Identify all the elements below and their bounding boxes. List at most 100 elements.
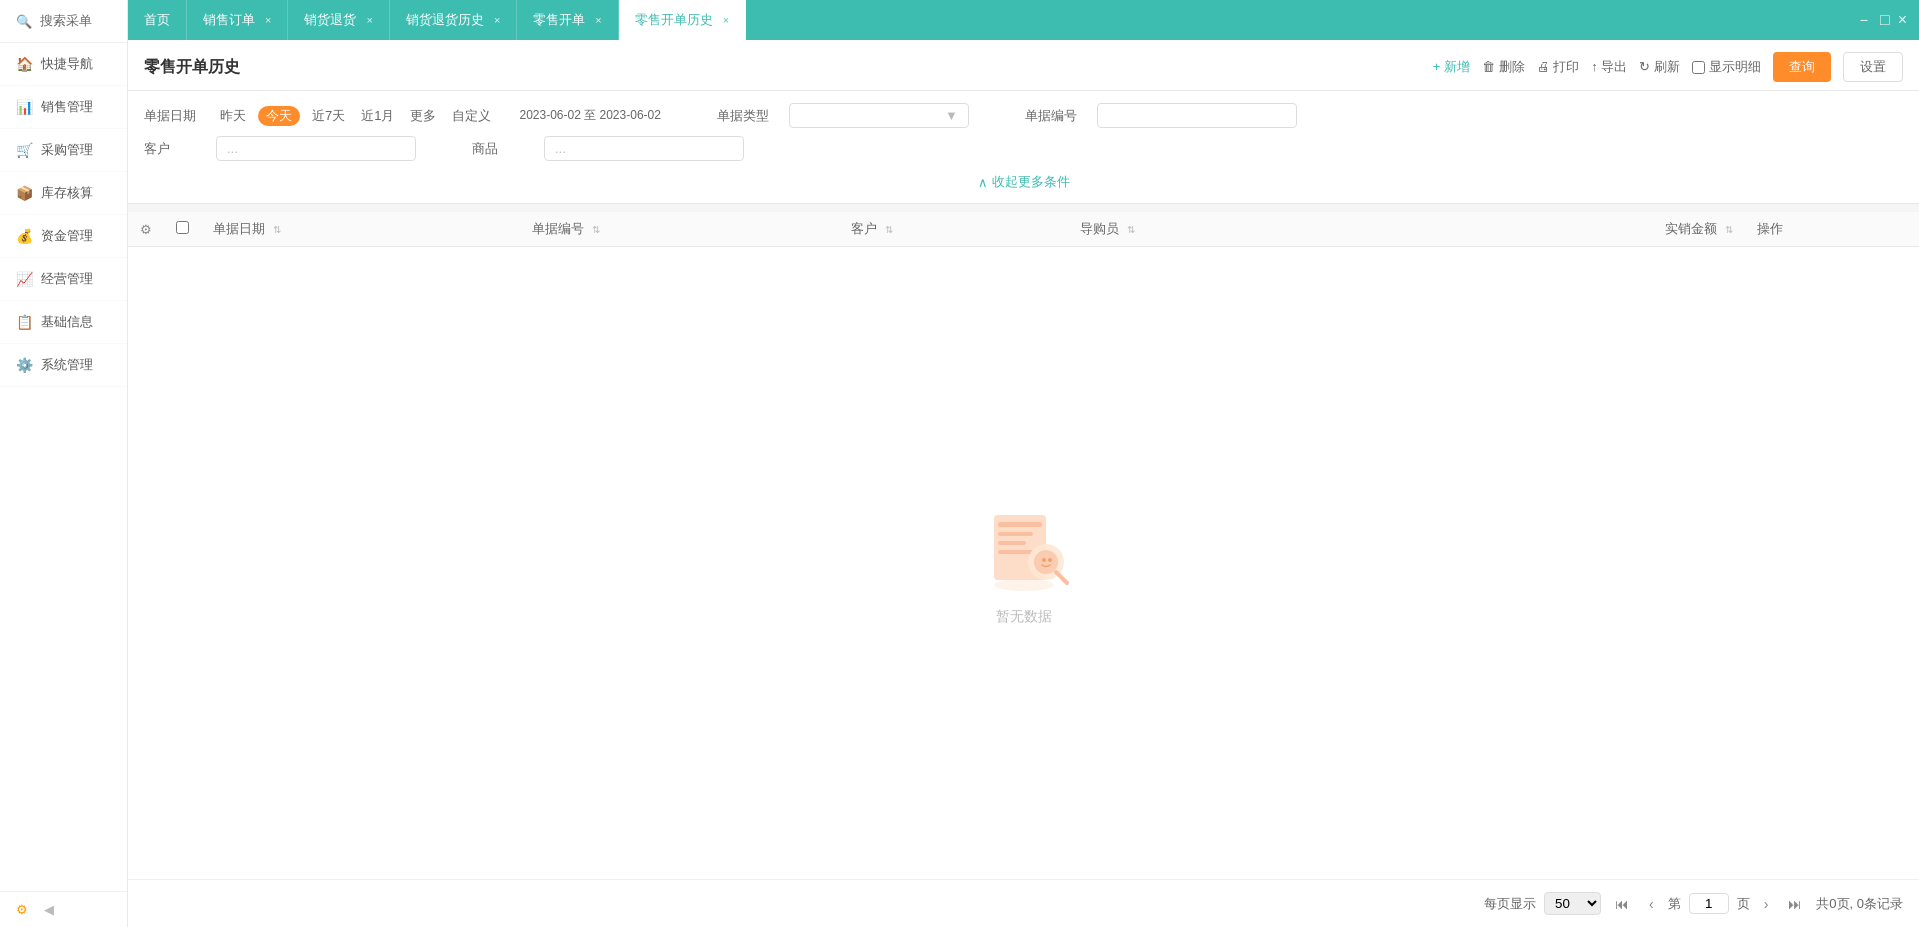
- empty-svg: [974, 500, 1074, 600]
- filter-area: 单据日期 昨天 今天 近7天 近1月 更多 自定义 2023-06-02 至 2…: [128, 91, 1919, 204]
- table-config-icon[interactable]: ⚙: [140, 222, 152, 237]
- doc-type-label: 单据类型: [717, 107, 773, 125]
- close-button[interactable]: ×: [1898, 11, 1907, 29]
- col-actual-amount-label: 实销金额: [1665, 221, 1717, 236]
- sidebar-item-purchase-mgmt[interactable]: 🛒 采购管理: [0, 129, 127, 172]
- sidebar-item-label: 快捷导航: [41, 55, 93, 73]
- doc-num-input[interactable]: [1097, 103, 1297, 128]
- settings-bottom-icon[interactable]: ⚙: [16, 902, 28, 917]
- tab-sales-return-close[interactable]: ×: [366, 14, 372, 26]
- tab-sales-return-hist[interactable]: 销货退货历史 ×: [390, 0, 517, 40]
- delete-button[interactable]: 🗑 删除: [1482, 58, 1525, 76]
- refresh-button[interactable]: ↻ 刷新: [1639, 58, 1680, 76]
- table-settings-col: ⚙: [128, 212, 164, 247]
- table-head: ⚙ 单据日期 ⇅ 单据编号 ⇅: [128, 212, 1919, 247]
- pagination: 每页显示 50 100 200 ⏮ ‹ 第 页 › ⏭ 共0页, 0条记录: [128, 879, 1919, 927]
- finance-icon: 💰: [16, 228, 33, 244]
- col-spacer: [1342, 212, 1426, 247]
- sidebar-search-label: 搜索采单: [40, 12, 92, 30]
- date-shortcut-more[interactable]: 更多: [406, 106, 440, 126]
- tab-retail-open-close[interactable]: ×: [595, 14, 601, 26]
- query-button[interactable]: 查询: [1773, 52, 1831, 82]
- page-suffix: 页: [1737, 895, 1750, 913]
- collapse-sidebar-icon[interactable]: ◀: [44, 902, 54, 917]
- tab-retail-open-hist-close[interactable]: ×: [723, 14, 729, 26]
- sidebar-bottom: ⚙ ◀: [0, 891, 127, 927]
- tab-retail-open-hist[interactable]: 零售开单历史 ×: [619, 0, 746, 40]
- print-button[interactable]: 🖨 打印: [1537, 58, 1580, 76]
- tab-sales-order[interactable]: 销售订单 ×: [187, 0, 288, 40]
- sidebar-item-sys-mgmt[interactable]: ⚙️ 系统管理: [0, 344, 127, 387]
- date-shortcuts: 昨天 今天 近7天 近1月 更多 自定义: [216, 106, 495, 126]
- col-customer-sort[interactable]: ⇅: [885, 224, 893, 235]
- per-page-select[interactable]: 50 100 200: [1544, 892, 1601, 915]
- purchase-icon: 🛒: [16, 142, 33, 158]
- filter-row-1: 单据日期 昨天 今天 近7天 近1月 更多 自定义 2023-06-02 至 2…: [144, 103, 1903, 128]
- table-header-row: ⚙ 单据日期 ⇅ 单据编号 ⇅: [128, 212, 1919, 247]
- sidebar-item-label: 销售管理: [41, 98, 93, 116]
- col-doc-date: 单据日期 ⇅: [201, 212, 520, 247]
- col-amount-sort[interactable]: ⇅: [1725, 224, 1733, 235]
- page-number-input[interactable]: [1689, 893, 1729, 914]
- col-doc-num-sort[interactable]: ⇅: [592, 224, 600, 235]
- sidebar-search[interactable]: 🔍 搜索采单: [0, 0, 127, 43]
- svg-point-7: [1034, 550, 1058, 574]
- date-range-display: 2023-06-02 至 2023-06-02: [519, 107, 660, 124]
- toolbar: + 新增 🗑 删除 🖨 打印 ↑ 导出 ↻ 刷新 显示明细 查询 设置: [1433, 52, 1903, 82]
- tab-retail-open[interactable]: 零售开单 ×: [517, 0, 618, 40]
- last-page-btn[interactable]: ⏭: [1782, 894, 1808, 914]
- svg-point-10: [1048, 558, 1052, 562]
- doc-num-label: 单据编号: [1025, 107, 1081, 125]
- tab-sales-order-close[interactable]: ×: [265, 14, 271, 26]
- minimize-button[interactable]: －: [1856, 10, 1872, 31]
- table-area: ⚙ 单据日期 ⇅ 单据编号 ⇅: [128, 212, 1919, 879]
- customer-input-wrapper[interactable]: ...: [216, 136, 416, 161]
- col-doc-date-sort[interactable]: ⇅: [273, 224, 281, 235]
- col-guide-sort[interactable]: ⇅: [1127, 224, 1135, 235]
- collapse-row: ∧ 收起更多条件: [144, 169, 1903, 191]
- settings-button[interactable]: 设置: [1843, 52, 1903, 82]
- date-shortcut-today[interactable]: 今天: [258, 106, 300, 126]
- page-header: 零售开单历史 + 新增 🗑 删除 🖨 打印 ↑ 导出 ↻ 刷新 显示明细 查询 …: [128, 40, 1919, 91]
- svg-rect-2: [998, 522, 1042, 527]
- date-shortcut-1month[interactable]: 近1月: [357, 106, 398, 126]
- next-page-btn[interactable]: ›: [1758, 894, 1775, 914]
- select-all-checkbox[interactable]: [176, 221, 189, 234]
- col-action-label: 操作: [1757, 221, 1783, 236]
- sidebar-item-finance[interactable]: 💰 资金管理: [0, 215, 127, 258]
- svg-rect-4: [998, 541, 1026, 545]
- col-guide-label: 导购员: [1080, 221, 1119, 236]
- product-label: 商品: [472, 140, 528, 158]
- display-detail-label[interactable]: 显示明细: [1692, 58, 1761, 76]
- page-title: 零售开单历史: [144, 57, 240, 78]
- doc-type-select[interactable]: ▼: [789, 103, 969, 128]
- sidebar-item-sales-mgmt[interactable]: 📊 销售管理: [0, 86, 127, 129]
- page-label: 第: [1668, 895, 1681, 913]
- collapse-button[interactable]: ∧ 收起更多条件: [978, 173, 1070, 191]
- maximize-button[interactable]: □: [1880, 11, 1890, 29]
- tab-sales-return-hist-label: 销货退货历史: [406, 11, 484, 29]
- filter-row-2: 客户 ... 商品 ...: [144, 136, 1903, 161]
- date-filter-label: 单据日期: [144, 107, 200, 125]
- export-button[interactable]: ↑ 导出: [1591, 58, 1627, 76]
- search-icon: 🔍: [16, 14, 32, 29]
- add-button[interactable]: + 新增: [1433, 58, 1470, 76]
- sidebar-item-operations[interactable]: 📈 经营管理: [0, 258, 127, 301]
- tab-sales-return[interactable]: 销货退货 ×: [288, 0, 389, 40]
- first-page-btn[interactable]: ⏮: [1609, 894, 1635, 914]
- date-shortcut-yesterday[interactable]: 昨天: [216, 106, 250, 126]
- display-detail-checkbox[interactable]: [1692, 61, 1705, 74]
- sidebar-item-quick-nav[interactable]: 🏠 快捷导航: [0, 43, 127, 86]
- prev-page-btn[interactable]: ‹: [1643, 894, 1660, 914]
- tab-home[interactable]: 首页: [128, 0, 187, 40]
- empty-state: 暂无数据: [128, 247, 1919, 879]
- product-input-wrapper[interactable]: ...: [544, 136, 744, 161]
- date-shortcut-7days[interactable]: 近7天: [308, 106, 349, 126]
- tab-sales-return-label: 销货退货: [304, 11, 356, 29]
- sidebar-item-inventory[interactable]: 📦 库存核算: [0, 172, 127, 215]
- sidebar-item-base-info[interactable]: 📋 基础信息: [0, 301, 127, 344]
- tab-sales-return-hist-close[interactable]: ×: [494, 14, 500, 26]
- sidebar-item-label: 资金管理: [41, 227, 93, 245]
- collapse-up-icon: ∧: [978, 175, 988, 190]
- date-shortcut-custom[interactable]: 自定义: [448, 106, 495, 126]
